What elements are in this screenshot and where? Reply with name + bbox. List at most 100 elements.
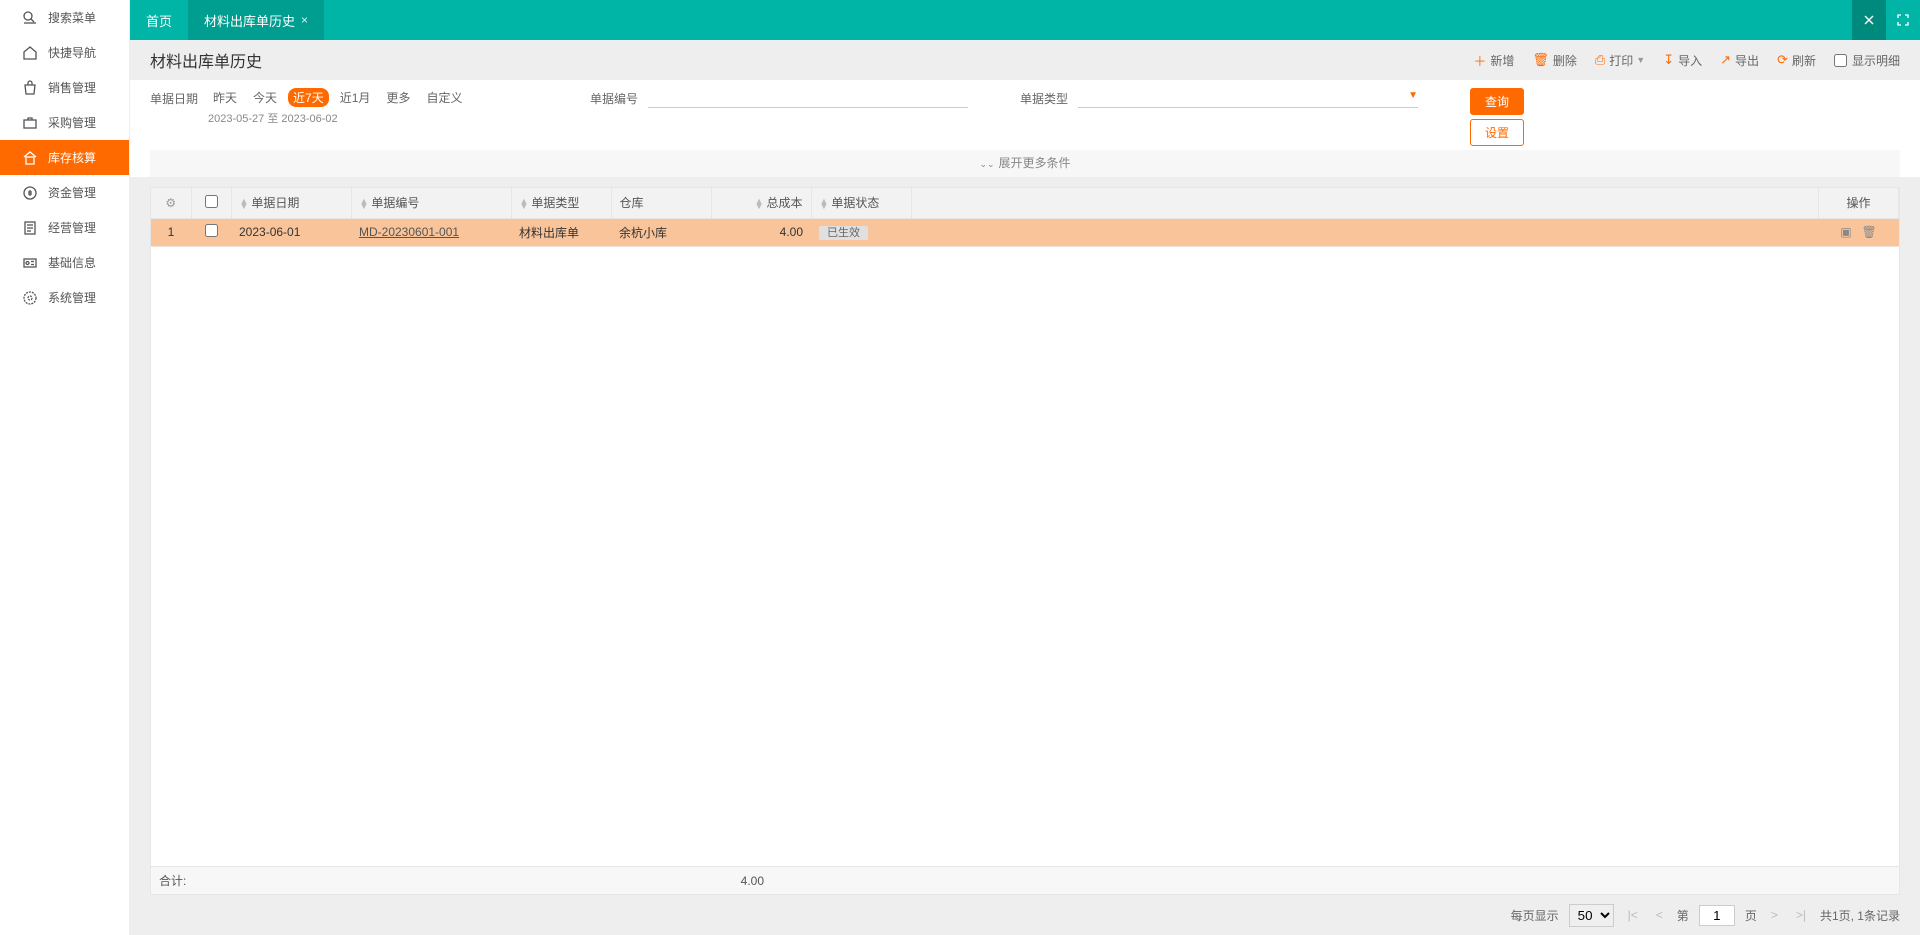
card-icon [22, 255, 38, 271]
trash-icon: 🗑 [1532, 52, 1549, 68]
chip-yesterday[interactable]: 昨天 [208, 88, 242, 107]
sidebar-item-funds[interactable]: 资金管理 [0, 175, 129, 210]
col-date[interactable]: ▲▼单据日期 [231, 188, 351, 218]
gear-icon: ⚙ [165, 196, 176, 210]
tab-material-outbound-history[interactable]: 材料出库单历史 × [188, 0, 324, 40]
doc-no-link[interactable]: MD-20230601-001 [359, 225, 459, 239]
sidebar-item-quick-nav[interactable]: 快捷导航 [0, 35, 129, 70]
chevron-down-icon: ▼ [1636, 55, 1645, 65]
home-icon [22, 45, 38, 61]
tab-label: 材料出库单历史 [204, 11, 295, 30]
double-chevron-down-icon: ⌄⌄ [979, 159, 994, 169]
sidebar-item-label: 库存核算 [48, 149, 96, 166]
total-row: 合计: 4.00 [151, 866, 1899, 894]
first-page-button[interactable]: |< [1624, 908, 1642, 922]
clipboard-icon [22, 220, 38, 236]
col-doctype[interactable]: ▲▼单据类型 [511, 188, 611, 218]
cell-date: 2023-06-01 [231, 218, 351, 246]
next-page-button[interactable]: > [1767, 908, 1782, 922]
export-button[interactable]: ↗导出 [1720, 52, 1759, 69]
page-post-label: 页 [1745, 907, 1757, 924]
house-icon [22, 150, 38, 166]
sidebar-item-search-menu[interactable]: 搜索菜单 [0, 0, 129, 35]
export-icon: ↗ [1720, 52, 1731, 68]
col-status[interactable]: ▲▼单据状态 [811, 188, 911, 218]
show-detail-checkbox[interactable]: 显示明细 [1834, 52, 1900, 69]
doc-type-select[interactable] [1078, 88, 1418, 108]
data-table: ⚙ ▲▼单据日期 ▲▼单据编号 ▲▼单据类型 仓库 ▲▼总成本 ▲▼单据状态 操… [150, 187, 1900, 895]
refresh-button[interactable]: ⟳刷新 [1777, 52, 1816, 69]
tabbar: 首页 材料出库单历史 × [130, 0, 1920, 40]
cell-doctype: 材料出库单 [511, 218, 611, 246]
chip-custom[interactable]: 自定义 [421, 88, 467, 107]
filter-docno-label: 单据编号 [590, 88, 638, 107]
sidebar-item-inventory[interactable]: 库存核算 [0, 140, 129, 175]
col-check [191, 188, 231, 218]
sidebar-item-label: 采购管理 [48, 114, 96, 131]
bag-icon [22, 80, 38, 96]
tab-label: 首页 [146, 11, 172, 30]
page-size-select[interactable]: 50 [1569, 904, 1614, 927]
row-checkbox[interactable] [205, 224, 218, 237]
chip-more[interactable]: 更多 [381, 88, 415, 107]
cell-totalcost: 4.00 [711, 218, 811, 246]
pagination: 每页显示 50 |< < 第 页 > >| 共1页, 1条记录 [130, 895, 1920, 935]
show-detail-input[interactable] [1834, 54, 1847, 67]
col-ops: 操作 [1819, 188, 1899, 218]
col-warehouse[interactable]: 仓库 [611, 188, 711, 218]
sidebar-item-business[interactable]: 经营管理 [0, 210, 129, 245]
sidebar-item-sales[interactable]: 销售管理 [0, 70, 129, 105]
close-tab-button[interactable] [1852, 0, 1886, 40]
expand-filters-button[interactable]: ⌄⌄展开更多条件 [150, 150, 1900, 177]
search-button[interactable]: 查询 [1470, 88, 1524, 115]
date-range-text: 2023-05-27 至 2023-06-02 [208, 110, 467, 126]
sort-icon: ▲▼ [240, 199, 249, 209]
sidebar-item-basic-info[interactable]: 基础信息 [0, 245, 129, 280]
select-all-checkbox[interactable] [205, 195, 218, 208]
briefcase-icon [22, 115, 38, 131]
settings-button[interactable]: 设置 [1470, 119, 1524, 146]
sidebar-item-label: 经营管理 [48, 219, 96, 236]
refresh-icon: ⟳ [1777, 52, 1788, 68]
col-blank [911, 188, 1819, 218]
close-icon[interactable]: × [301, 13, 308, 27]
view-icon[interactable]: ▣ [1840, 225, 1851, 239]
prev-page-button[interactable]: < [1652, 908, 1667, 922]
chip-today[interactable]: 今天 [248, 88, 282, 107]
per-page-label: 每页显示 [1511, 907, 1559, 924]
filter-date-label: 单据日期 [150, 88, 198, 107]
plus-icon: ＋ [1473, 51, 1486, 70]
total-label: 合计: [159, 872, 199, 889]
chip-last7[interactable]: 近7天 [288, 88, 329, 107]
col-docno[interactable]: ▲▼单据编号 [351, 188, 511, 218]
delete-button[interactable]: 🗑删除 [1532, 52, 1577, 69]
delete-row-icon[interactable]: 🗑 [1862, 225, 1877, 239]
page-input[interactable] [1699, 905, 1735, 926]
col-gear[interactable]: ⚙ [151, 188, 191, 218]
sidebar: 搜索菜单 快捷导航 销售管理 采购管理 库存核算 资金管理 经营管理 基础信息 [0, 0, 130, 935]
import-button[interactable]: ↧导入 [1663, 52, 1702, 69]
sort-icon: ▲▼ [520, 199, 529, 209]
print-button[interactable]: ⎙打印▼ [1595, 52, 1645, 69]
add-button[interactable]: ＋新增 [1473, 51, 1514, 70]
col-totalcost[interactable]: ▲▼总成本 [711, 188, 811, 218]
sidebar-item-label: 资金管理 [48, 184, 96, 201]
print-icon: ⎙ [1595, 52, 1605, 68]
sidebar-item-purchase[interactable]: 采购管理 [0, 105, 129, 140]
toolbar: 材料出库单历史 ＋新增 🗑删除 ⎙打印▼ ↧导入 ↗导出 ⟳刷新 显示明细 [130, 40, 1920, 80]
total-cost-value: 4.00 [689, 874, 764, 888]
last-page-button[interactable]: >| [1792, 908, 1810, 922]
sidebar-item-label: 快捷导航 [48, 44, 96, 61]
sort-icon: ▲▼ [820, 199, 829, 209]
tab-home[interactable]: 首页 [130, 0, 188, 40]
page-pre-label: 第 [1677, 907, 1689, 924]
sidebar-item-system[interactable]: 系统管理 [0, 280, 129, 315]
table-row[interactable]: 1 2023-06-01 MD-20230601-001 材料出库单 余杭小库 … [151, 218, 1899, 246]
cell-index: 1 [151, 218, 191, 246]
doc-no-input[interactable] [648, 88, 968, 108]
fullscreen-button[interactable] [1886, 0, 1920, 40]
import-icon: ↧ [1663, 52, 1674, 68]
chevron-down-icon[interactable]: ▼ [1408, 90, 1418, 101]
chip-last-month[interactable]: 近1月 [335, 88, 376, 107]
sidebar-item-label: 销售管理 [48, 79, 96, 96]
